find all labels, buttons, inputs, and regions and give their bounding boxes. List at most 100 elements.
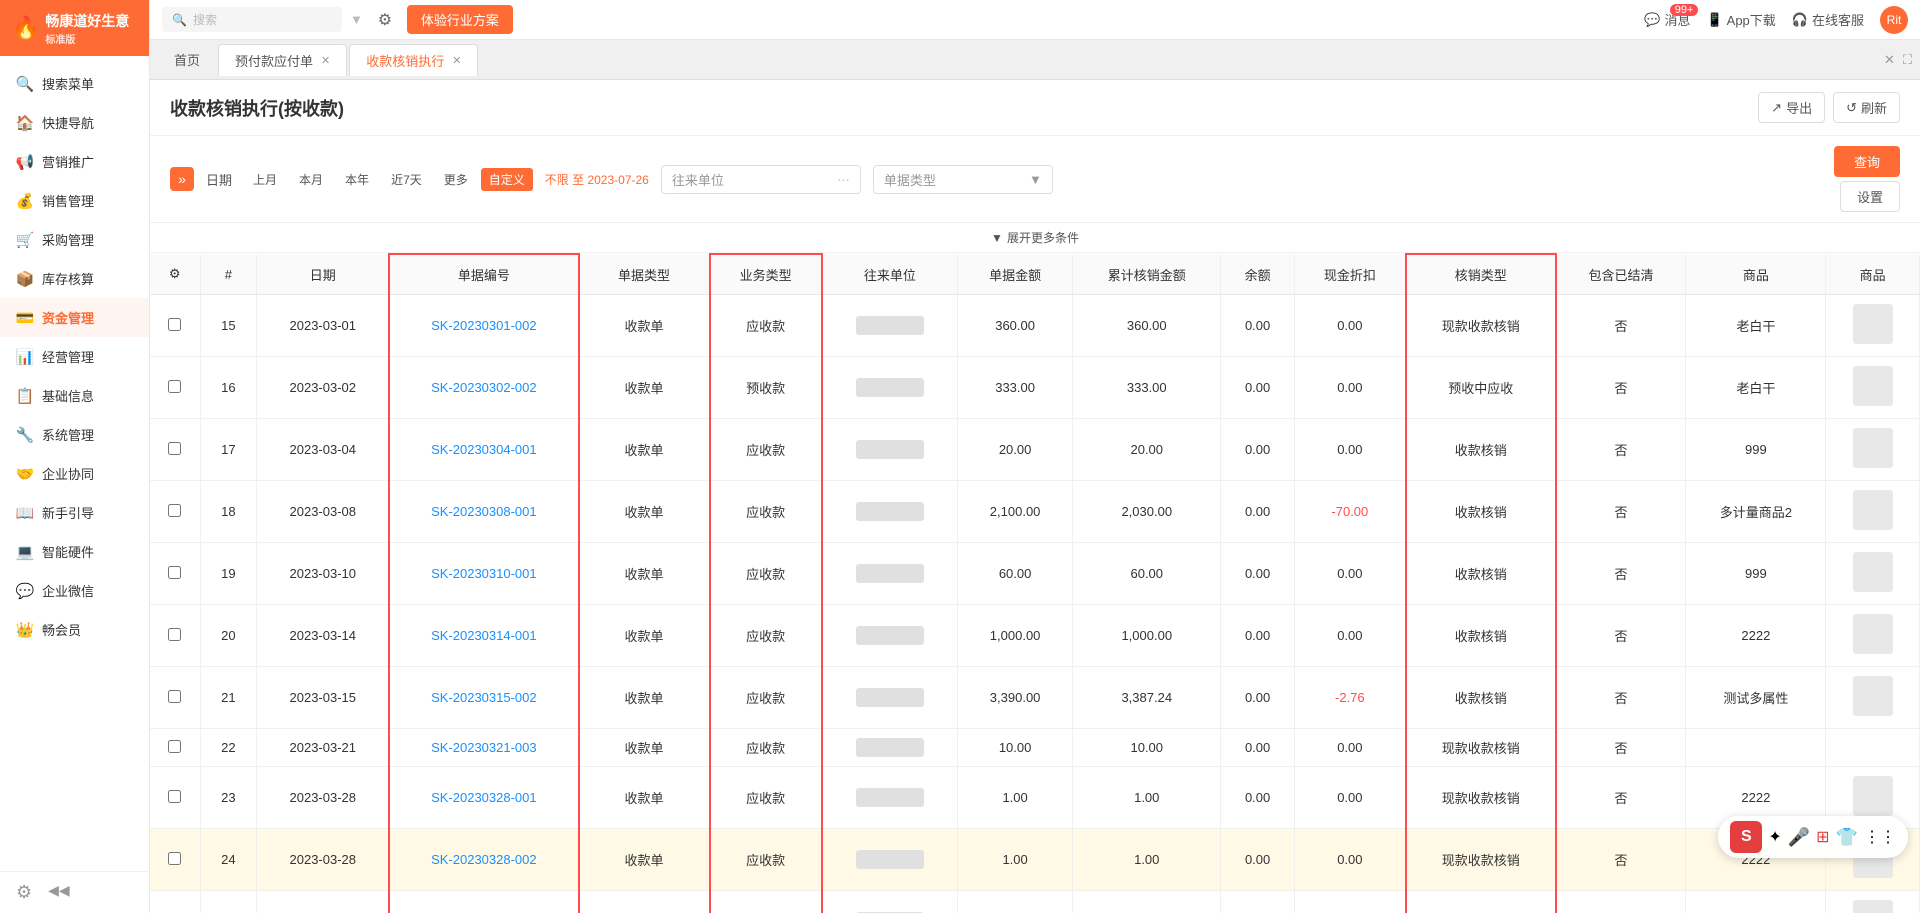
this-month-btn[interactable]: 本月 [290, 167, 332, 192]
sales-icon: 💰 [16, 192, 34, 210]
partner-filter[interactable]: 往来单位 ··· [661, 165, 861, 194]
cell-cash-discount-21: -2.76 [1294, 667, 1406, 729]
star-icon[interactable]: ✦ [1768, 827, 1781, 847]
tab-prepayment[interactable]: 预付款应付单 ✕ [218, 44, 347, 76]
more-date-btn[interactable]: 更多 [435, 167, 477, 192]
cell-index-25: 25 [200, 891, 257, 913]
row-checkbox-21[interactable] [168, 690, 181, 703]
sidebar-item-search[interactable]: 🔍 搜索菜单 [0, 64, 149, 103]
sidebar-item-wechat[interactable]: 💬 企业微信 [0, 571, 149, 610]
sidebar-item-purchase[interactable]: 🛒 采购管理 [0, 220, 149, 259]
tab-expand-icon[interactable]: ⛶ [1903, 52, 1912, 68]
setting-btn[interactable]: 设置 [1840, 181, 1900, 212]
shirt-icon[interactable]: 👕 [1836, 827, 1858, 848]
table-row: 24 2023-03-28 SK-20230328-002 收款单 应收款 ██… [150, 829, 1920, 891]
sidebar-item-sales[interactable]: 💰 销售管理 [0, 181, 149, 220]
refresh-btn[interactable]: ↺ 刷新 [1833, 92, 1900, 123]
last-month-btn[interactable]: 上月 [244, 167, 286, 192]
cell-checkbox[interactable] [150, 295, 200, 357]
sidebar-item-operation[interactable]: 📊 经营管理 [0, 337, 149, 376]
th-goods2: 商品 [1826, 254, 1920, 295]
cell-cash-discount-20: 0.00 [1294, 605, 1406, 667]
bill-no-link-15[interactable]: SK-20230301-002 [431, 318, 537, 333]
bill-no-link-18[interactable]: SK-20230308-001 [431, 504, 537, 519]
grid-icon[interactable]: ⊞ [1816, 827, 1829, 847]
cell-partner-15: ████ [822, 295, 958, 357]
bill-no-link-21[interactable]: SK-20230315-002 [431, 690, 537, 705]
last-7days-btn[interactable]: 近7天 [382, 167, 431, 192]
cell-bill-amount-20: 1,000.00 [958, 605, 1073, 667]
sidebar-item-finance[interactable]: 💳 资金管理 [0, 298, 149, 337]
row-checkbox-19[interactable] [168, 566, 181, 579]
operation-icon: 📊 [16, 348, 34, 366]
industry-solution-btn[interactable]: 体验行业方案 [407, 5, 513, 34]
tab-home[interactable]: 首页 [158, 44, 216, 75]
cell-balance-23: 0.00 [1221, 767, 1294, 829]
settings-icon[interactable]: ⚙ [16, 882, 32, 903]
app-download-btn[interactable]: 📱 App下载 [1706, 10, 1775, 29]
row-checkbox-15[interactable] [168, 318, 181, 331]
table-row: 17 2023-03-04 SK-20230304-001 收款单 应收款 ██… [150, 419, 1920, 481]
bill-no-link-17[interactable]: SK-20230304-001 [431, 442, 537, 457]
export-btn[interactable]: ↗ 导出 [1758, 92, 1825, 123]
sidebar-item-quicknav[interactable]: 🏠 快捷导航 [0, 103, 149, 142]
row-checkbox-20[interactable] [168, 628, 181, 641]
row-checkbox-22[interactable] [168, 740, 181, 753]
cell-checkbox[interactable] [150, 667, 200, 729]
s-logo: S [1730, 821, 1762, 853]
cell-checkbox[interactable] [150, 767, 200, 829]
user-avatar[interactable]: Rit [1880, 6, 1908, 34]
tab-writeoff[interactable]: 收款核销执行 ✕ [349, 44, 478, 76]
tab-close-all-icon[interactable]: ✕ [1884, 52, 1895, 68]
cell-checkbox[interactable] [150, 357, 200, 419]
content-area: 收款核销执行(按收款) ↗ 导出 ↺ 刷新 » 日期 上月 本月 [150, 80, 1920, 913]
collapse-icon[interactable]: ◀◀ [48, 882, 70, 903]
query-btn[interactable]: 查询 [1834, 146, 1900, 177]
row-checkbox-16[interactable] [168, 380, 181, 393]
sidebar-item-system[interactable]: 🔧 系统管理 [0, 415, 149, 454]
sidebar-item-marketing[interactable]: 📢 营销推广 [0, 142, 149, 181]
row-checkbox-17[interactable] [168, 442, 181, 455]
custom-date-btn[interactable]: 自定义 [481, 168, 533, 191]
cell-checkbox[interactable] [150, 729, 200, 767]
cell-goods2-21 [1826, 667, 1920, 729]
bill-no-link-19[interactable]: SK-20230310-001 [431, 566, 537, 581]
cell-checkbox[interactable] [150, 481, 200, 543]
sidebar-item-corp[interactable]: 🤝 企业协同 [0, 454, 149, 493]
sidebar-item-member[interactable]: 👑 畅会员 [0, 610, 149, 649]
bill-type-filter[interactable]: 单据类型 ▼ [873, 165, 1053, 194]
cell-checkbox[interactable] [150, 829, 200, 891]
tab-prepayment-close[interactable]: ✕ [321, 54, 330, 67]
cell-checkbox[interactable] [150, 605, 200, 667]
tab-writeoff-close[interactable]: ✕ [452, 54, 461, 67]
topbar-search[interactable]: 🔍 搜索 [162, 7, 342, 32]
cell-writeoff-type-21: 收款核销 [1406, 667, 1556, 729]
cell-checkbox[interactable] [150, 891, 200, 913]
sidebar-item-inventory[interactable]: 📦 库存核算 [0, 259, 149, 298]
cell-total-writeoff-24: 1.00 [1073, 829, 1221, 891]
bill-no-link-23[interactable]: SK-20230328-001 [431, 790, 537, 805]
cell-checkbox[interactable] [150, 419, 200, 481]
mic-icon[interactable]: 🎤 [1788, 827, 1810, 848]
row-checkbox-23[interactable] [168, 790, 181, 803]
this-year-btn[interactable]: 本年 [336, 167, 378, 192]
sidebar-item-basic[interactable]: 📋 基础信息 [0, 376, 149, 415]
row-checkbox-24[interactable] [168, 852, 181, 865]
cell-bill-type-22: 收款单 [579, 729, 710, 767]
cell-bill-amount-19: 60.00 [958, 543, 1073, 605]
bill-no-link-16[interactable]: SK-20230302-002 [431, 380, 537, 395]
online-service-btn[interactable]: 🎧 在线客服 [1792, 10, 1864, 29]
sidebar-item-guide[interactable]: 📖 新手引导 [0, 493, 149, 532]
filter-toggle-btn[interactable]: » [170, 167, 194, 191]
sidebar-item-hardware[interactable]: 💻 智能硬件 [0, 532, 149, 571]
expand-conditions-btn[interactable]: ▼ 展开更多条件 [991, 229, 1079, 246]
row-checkbox-18[interactable] [168, 504, 181, 517]
message-btn[interactable]: 💬 消息 99+ [1644, 10, 1690, 29]
topbar-gear-btn[interactable]: ⚙ [371, 6, 399, 34]
bill-no-link-20[interactable]: SK-20230314-001 [431, 628, 537, 643]
th-settings[interactable]: ⚙ [150, 254, 200, 295]
bill-no-link-22[interactable]: SK-20230321-003 [431, 740, 537, 755]
apps-icon[interactable]: ⋮⋮ [1864, 827, 1896, 847]
cell-checkbox[interactable] [150, 543, 200, 605]
bill-no-link-24[interactable]: SK-20230328-002 [431, 852, 537, 867]
